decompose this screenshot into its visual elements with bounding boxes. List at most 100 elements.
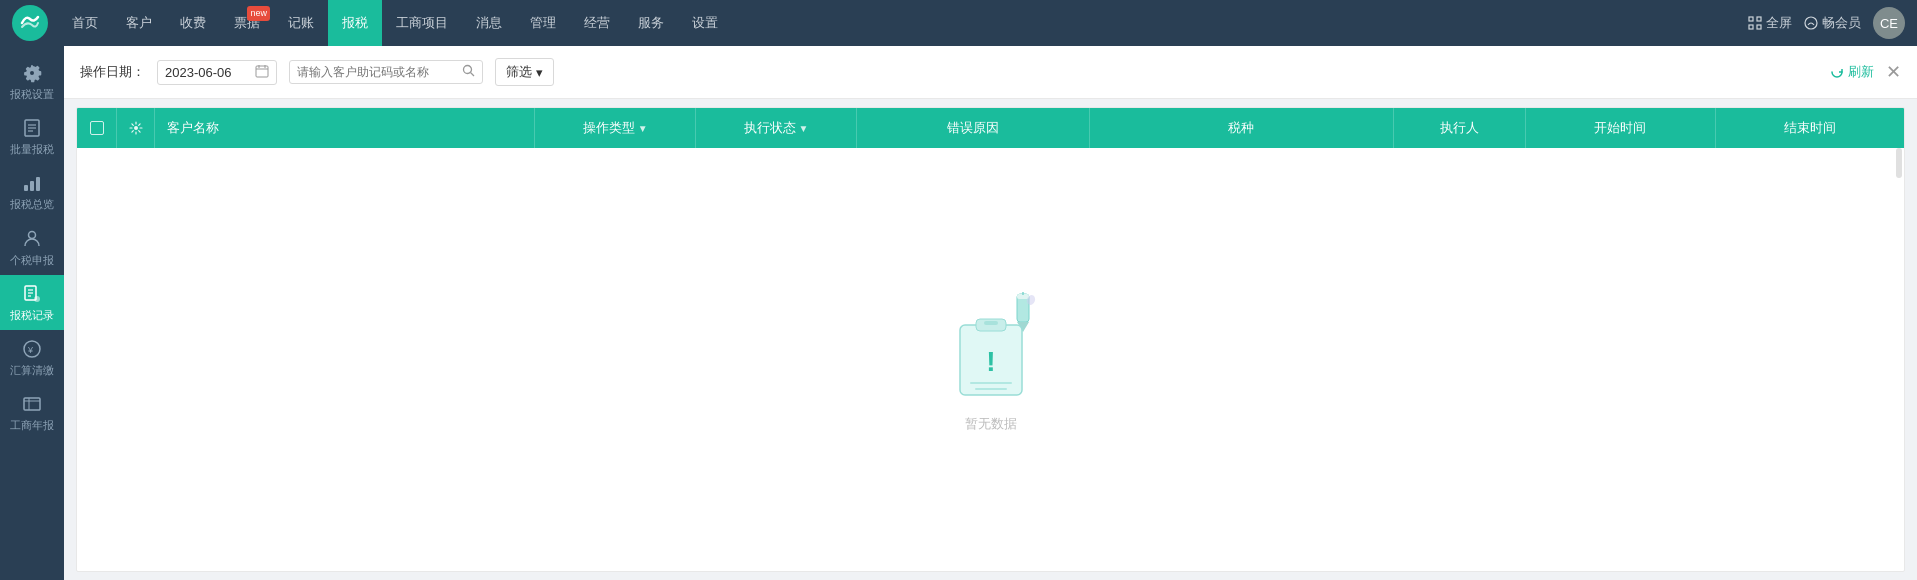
th-settings[interactable] xyxy=(117,108,155,148)
svg-rect-1 xyxy=(1749,17,1753,21)
th-error-reason: 错误原因 xyxy=(857,108,1090,148)
th-executor: 执行人 xyxy=(1394,108,1526,148)
svg-rect-24 xyxy=(256,66,268,77)
nav-manage[interactable]: 管理 xyxy=(516,0,570,46)
nav-home[interactable]: 首页 xyxy=(58,0,112,46)
svg-point-18 xyxy=(34,296,40,302)
nav-tax[interactable]: 报税 xyxy=(328,0,382,46)
th-optype-label: 操作类型 xyxy=(583,119,635,137)
th-client-name: 客户名称 xyxy=(155,108,535,148)
sidebar-item-baoshuishezhi[interactable]: 报税设置 xyxy=(0,54,64,109)
svg-rect-2 xyxy=(1757,17,1761,21)
table-header: 客户名称 操作类型 ▼ 执行状态 ▼ 错误原因 税种 执行人 xyxy=(77,108,1904,148)
close-button[interactable]: ✕ xyxy=(1886,63,1901,81)
svg-line-29 xyxy=(471,73,475,77)
th-client-label: 客户名称 xyxy=(167,119,219,137)
tax-record-icon xyxy=(21,283,43,305)
sidebar-item-geshuishenbao[interactable]: 个税申报 xyxy=(0,220,64,275)
sidebar-baoshuizonglan-label: 报税总览 xyxy=(10,198,54,211)
svg-point-28 xyxy=(464,66,472,74)
member-btn[interactable]: 畅会员 xyxy=(1804,14,1861,32)
scrollbar[interactable] xyxy=(1896,148,1902,178)
sidebar-piliangshuibaodui-label: 批量报税 xyxy=(10,143,54,156)
sidebar-item-baoshuizonglan[interactable]: 报税总览 xyxy=(0,164,64,219)
date-picker[interactable] xyxy=(157,60,277,85)
nav-invoice[interactable]: 票据 new xyxy=(220,0,274,46)
nav-settings[interactable]: 设置 xyxy=(678,0,732,46)
toolbar: 操作日期： xyxy=(64,46,1917,99)
svg-text:!: ! xyxy=(986,346,995,377)
content-area: 操作日期： xyxy=(64,46,1917,580)
svg-point-13 xyxy=(29,231,36,238)
sidebar-baoshuijilu-label: 报税记录 xyxy=(10,309,54,322)
invoice-badge: new xyxy=(247,6,270,21)
search-wrap[interactable] xyxy=(289,60,483,84)
sidebar-item-gongshangnianbaodui[interactable]: 工商年报 xyxy=(0,385,64,440)
th-endtime-label: 结束时间 xyxy=(1784,119,1836,137)
top-navigation: 首页 客户 收费 票据 new 记账 报税 工商项目 消息 管理 经营 服务 设… xyxy=(0,0,1917,46)
date-label: 操作日期： xyxy=(80,63,145,81)
nav-message[interactable]: 消息 xyxy=(462,0,516,46)
empty-text: 暂无数据 xyxy=(965,415,1017,433)
search-input[interactable] xyxy=(297,65,457,79)
toolbar-right: 刷新 ✕ xyxy=(1830,63,1901,81)
top-nav-right: 全屏 畅会员 CE xyxy=(1748,7,1905,39)
th-taxtype-label: 税种 xyxy=(1228,119,1254,137)
app-logo[interactable] xyxy=(12,5,48,41)
sidebar-baoshuishezhi-label: 报税设置 xyxy=(10,88,54,101)
avatar[interactable]: CE xyxy=(1873,7,1905,39)
nav-fee[interactable]: 收费 xyxy=(166,0,220,46)
sidebar-item-huisuanqingmiao[interactable]: ¥ 汇算清缴 xyxy=(0,330,64,385)
sidebar-item-baoshuijilu[interactable]: 报税记录 xyxy=(0,275,64,330)
select-all-checkbox[interactable] xyxy=(90,121,104,135)
empty-state: ! 暂无数据 xyxy=(77,148,1904,571)
svg-rect-11 xyxy=(30,181,34,191)
date-input[interactable] xyxy=(165,65,250,80)
th-error-label: 错误原因 xyxy=(947,119,999,137)
refresh-label: 刷新 xyxy=(1848,63,1874,81)
th-executor-label: 执行人 xyxy=(1440,119,1479,137)
fullscreen-btn[interactable]: 全屏 xyxy=(1748,14,1792,32)
empty-illustration: ! xyxy=(941,287,1041,397)
batch-tax-icon xyxy=(21,117,43,139)
sidebar-geshuishenbao-label: 个税申报 xyxy=(10,254,54,267)
th-start-time: 开始时间 xyxy=(1526,108,1716,148)
search-icon[interactable] xyxy=(462,64,475,80)
svg-rect-3 xyxy=(1749,25,1753,29)
sidebar: 报税设置 批量报税 报税总览 xyxy=(0,46,64,580)
fullscreen-label: 全屏 xyxy=(1766,14,1792,32)
member-label: 畅会员 xyxy=(1822,14,1861,32)
th-starttime-label: 开始时间 xyxy=(1594,119,1646,137)
main-layout: 报税设置 批量报税 报税总览 xyxy=(0,46,1917,580)
svg-rect-4 xyxy=(1757,25,1761,29)
sidebar-huisuanqingmiao-label: 汇算清缴 xyxy=(10,364,54,377)
th-operation-type[interactable]: 操作类型 ▼ xyxy=(535,108,696,148)
chevron-down-icon: ▾ xyxy=(536,65,543,80)
refresh-button[interactable]: 刷新 xyxy=(1830,63,1874,81)
th-end-time: 结束时间 xyxy=(1716,108,1905,148)
calendar-icon xyxy=(255,64,269,81)
th-execution-status[interactable]: 执行状态 ▼ xyxy=(696,108,857,148)
sort-icon: ▼ xyxy=(638,123,648,134)
sidebar-item-piliangshuibaodui[interactable]: 批量报税 xyxy=(0,109,64,164)
personal-tax-icon xyxy=(21,228,43,250)
svg-rect-21 xyxy=(24,398,40,410)
sort-icon-status: ▼ xyxy=(799,123,809,134)
svg-point-30 xyxy=(134,126,138,130)
nav-client[interactable]: 客户 xyxy=(112,0,166,46)
table-container: 客户名称 操作类型 ▼ 执行状态 ▼ 错误原因 税种 执行人 xyxy=(76,107,1905,572)
nav-menu: 首页 客户 收费 票据 new 记账 报税 工商项目 消息 管理 经营 服务 设… xyxy=(58,0,1748,46)
sidebar-gongshangnianbaodui-label: 工商年报 xyxy=(10,419,54,432)
nav-service[interactable]: 服务 xyxy=(624,0,678,46)
svg-rect-12 xyxy=(36,177,40,191)
annual-report-icon xyxy=(21,393,43,415)
th-tax-type: 税种 xyxy=(1090,108,1395,148)
tax-overview-icon xyxy=(21,172,43,194)
nav-industrial[interactable]: 工商项目 xyxy=(382,0,462,46)
nav-bookkeeping[interactable]: 记账 xyxy=(274,0,328,46)
settings-icon xyxy=(21,62,43,84)
filter-button[interactable]: 筛选 ▾ xyxy=(495,58,554,86)
th-status-label: 执行状态 xyxy=(744,119,796,137)
th-checkbox[interactable] xyxy=(77,108,117,148)
nav-operation[interactable]: 经营 xyxy=(570,0,624,46)
